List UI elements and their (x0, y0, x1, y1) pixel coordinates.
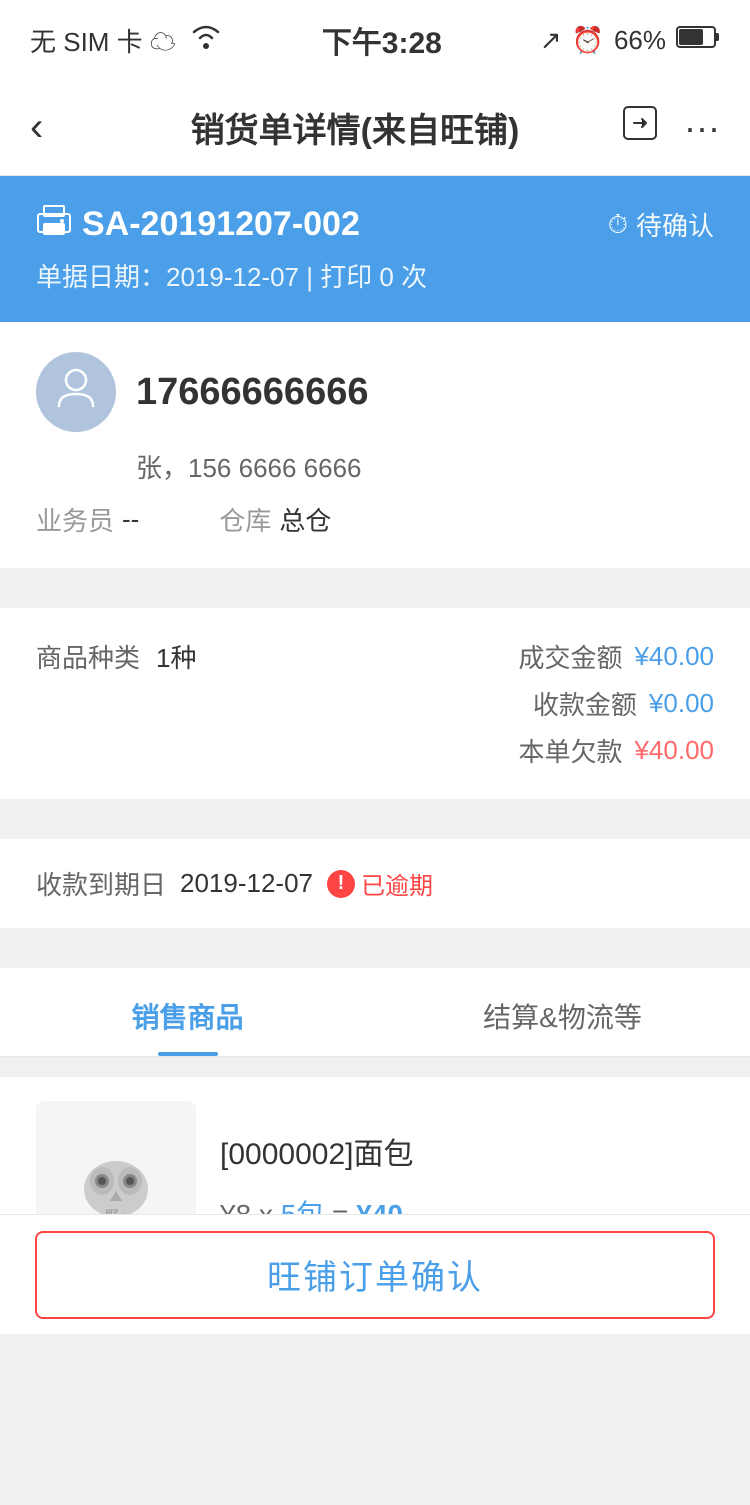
overdue-badge: ! 已逾期 (327, 866, 433, 901)
divider-2 (0, 819, 750, 839)
warehouse-label: 仓库 (219, 501, 271, 538)
bottom-bar: 旺铺订单确认 (0, 1214, 750, 1334)
clock-icon: ⏱ (608, 209, 628, 241)
divider-1 (0, 588, 750, 608)
user-icon (51, 362, 101, 423)
product-name: [0000002]面包 (220, 1129, 714, 1173)
product-type-label: 商品种类 (36, 638, 140, 675)
nav-bar: ‹ 销货单详情(来自旺铺) ··· (0, 80, 750, 176)
received-label: 收款金额 (533, 685, 637, 722)
due-date-value: 2019-12-07 (180, 868, 313, 899)
warehouse-value: 总仓 (279, 501, 331, 538)
order-id: SA-20191207-002 (36, 204, 360, 245)
page-title: 销货单详情(来自旺铺) (191, 103, 520, 152)
summary-left: 商品种类 1种 (36, 638, 196, 675)
more-icon[interactable]: ··· (684, 107, 720, 149)
share-icon[interactable] (620, 103, 660, 152)
deal-amount-row: 成交金额 ¥40.00 (518, 638, 714, 675)
alarm-icon: ⏰ (572, 25, 604, 56)
due-date-label: 收款到期日 (36, 865, 166, 902)
customer-section: 17666666666 张，156 6666 6666 业务员 -- 仓库 总仓 (0, 322, 750, 568)
overdue-text: 已逾期 (361, 866, 433, 901)
deal-amount-label: 成交金额 (518, 638, 622, 675)
status-left: 无 SIM 卡 ☁ (30, 22, 224, 59)
tab-sales-label: 销售商品 (131, 1002, 243, 1033)
order-header: SA-20191207-002 ⏱ 待确认 单据日期：2019-12-07 | … (0, 176, 750, 322)
tab-sales-products[interactable]: 销售商品 (0, 968, 375, 1056)
received-amount-row: 收款金额 ¥0.00 (533, 685, 714, 722)
avatar (36, 352, 116, 432)
battery-icon (676, 25, 720, 56)
order-status: ⏱ 待确认 (608, 206, 714, 243)
product-type-value: 1种 (156, 638, 196, 675)
tab-settlement[interactable]: 结算&物流等 (375, 968, 750, 1056)
status-right: ↗ ⏰ 66% (540, 25, 720, 56)
tabs-section: 销售商品 结算&物流等 (0, 968, 750, 1057)
due-section: 收款到期日 2019-12-07 ! 已逾期 (0, 839, 750, 928)
back-button[interactable]: ‹ (30, 105, 90, 150)
status-bar: 无 SIM 卡 ☁ 下午3:28 ↗ ⏰ 66% (0, 0, 750, 80)
status-text: 待确认 (636, 206, 714, 243)
nav-actions: ··· (620, 103, 720, 152)
overdue-icon: ! (327, 870, 355, 898)
no-sim-text: 无 SIM 卡 ☁ (30, 22, 176, 59)
received-value: ¥0.00 (649, 688, 714, 719)
warehouse-item: 仓库 总仓 (219, 501, 331, 538)
summary-section: 商品种类 1种 成交金额 ¥40.00 收款金额 ¥0.00 本单欠款 ¥40.… (0, 608, 750, 799)
tab-settlement-label: 结算&物流等 (483, 1002, 642, 1033)
customer-sub-info: 张，156 6666 6666 (36, 448, 714, 485)
wifi-icon (188, 24, 224, 57)
owed-label: 本单欠款 (518, 732, 622, 769)
status-time: 下午3:28 (322, 18, 442, 62)
order-id-text: SA-20191207-002 (82, 205, 360, 244)
bottom-spacer (0, 1305, 750, 1505)
customer-meta: 业务员 -- 仓库 总仓 (36, 501, 714, 538)
order-date: 单据日期：2019-12-07 | 打印 0 次 (36, 257, 714, 294)
deal-amount-value: ¥40.00 (634, 641, 714, 672)
divider-3 (0, 948, 750, 968)
owed-value: ¥40.00 (634, 735, 714, 766)
tabs-row: 销售商品 结算&物流等 (0, 968, 750, 1057)
owed-amount-row: 本单欠款 ¥40.00 (518, 732, 714, 769)
battery-text: 66% (614, 25, 666, 56)
confirm-order-button[interactable]: 旺铺订单确认 (35, 1231, 715, 1319)
summary-right: 成交金额 ¥40.00 收款金额 ¥0.00 本单欠款 ¥40.00 (518, 638, 714, 769)
customer-phone: 17666666666 (136, 371, 368, 414)
location-icon: ↗ (540, 25, 562, 56)
salesperson-label: 业务员 (36, 501, 114, 538)
salesperson-value: -- (122, 504, 139, 535)
printer-icon (36, 204, 72, 245)
salesperson-item: 业务员 -- (36, 501, 139, 538)
